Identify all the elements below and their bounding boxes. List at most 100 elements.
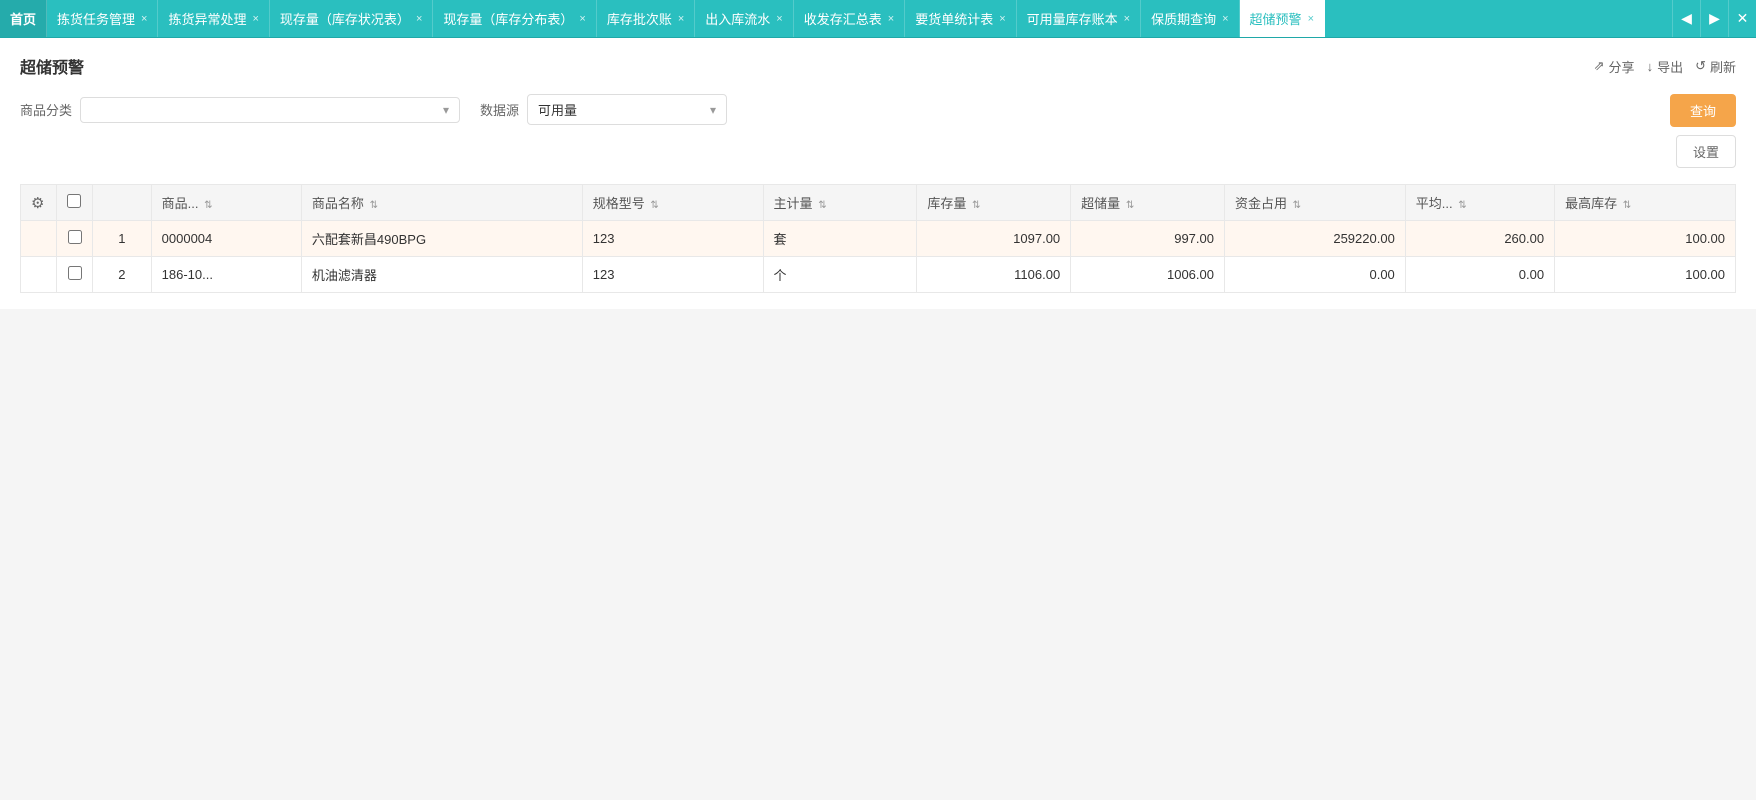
- nav-home[interactable]: 首页: [0, 0, 47, 38]
- category-label: 商品分类: [20, 100, 72, 119]
- nav-tab-baozhi[interactable]: 保质期查询 ×: [1141, 0, 1239, 38]
- td-checkbox[interactable]: [57, 257, 93, 293]
- nav-tab-kucun-pizhang[interactable]: 库存批次账 ×: [597, 0, 695, 38]
- td-product-code: 0000004: [151, 221, 301, 257]
- td-avg: 0.00: [1405, 257, 1554, 293]
- td-settings: [21, 221, 57, 257]
- row-checkbox[interactable]: [68, 230, 82, 244]
- th-settings[interactable]: ⚙: [21, 185, 57, 221]
- th-spec[interactable]: 规格型号 ⇅: [582, 185, 763, 221]
- th-num: [93, 185, 152, 221]
- nav-tab-churku[interactable]: 出入库流水 ×: [695, 0, 793, 38]
- td-unit: 个: [763, 257, 917, 293]
- refresh-button[interactable]: ↺ 刷新: [1695, 57, 1736, 76]
- sort-icon: ⇅: [1293, 200, 1301, 211]
- close-icon[interactable]: ×: [141, 13, 147, 25]
- data-table: ⚙ 商品... ⇅ 商品名称 ⇅ 规格型号 ⇅: [20, 184, 1736, 293]
- close-icon[interactable]: ×: [416, 13, 422, 25]
- nav-close-arrow[interactable]: ✕: [1728, 0, 1756, 38]
- nav-arrows: ◀ ▶ ✕: [1672, 0, 1756, 38]
- td-row-num: 2: [93, 257, 152, 293]
- td-stock: 1097.00: [917, 221, 1071, 257]
- close-icon[interactable]: ×: [678, 13, 684, 25]
- share-icon: ⇗: [1594, 58, 1605, 74]
- nav-tab-jianhuo-yichang[interactable]: 拣货异常处理 ×: [158, 0, 269, 38]
- close-icon[interactable]: ×: [1124, 13, 1130, 25]
- nav-tab-chaochuyujing[interactable]: 超储预警 ×: [1240, 0, 1325, 38]
- td-capital: 259220.00: [1224, 221, 1405, 257]
- td-max-stock: 100.00: [1555, 221, 1736, 257]
- close-icon[interactable]: ×: [776, 13, 782, 25]
- td-overflow: 997.00: [1071, 221, 1225, 257]
- th-stock[interactable]: 库存量 ⇅: [917, 185, 1071, 221]
- category-select[interactable]: ▾: [80, 97, 460, 123]
- page-title: 超储预警: [20, 54, 84, 78]
- select-all-checkbox[interactable]: [67, 194, 81, 208]
- td-max-stock: 100.00: [1555, 257, 1736, 293]
- row-checkbox[interactable]: [68, 266, 82, 280]
- share-button[interactable]: ⇗ 分享: [1594, 57, 1635, 76]
- th-product-code[interactable]: 商品... ⇅: [151, 185, 301, 221]
- td-settings: [21, 257, 57, 293]
- table-body: 1 0000004 六配套新昌490BPG 123 套 1097.00 997.…: [21, 221, 1736, 293]
- td-spec: 123: [582, 257, 763, 293]
- table-row: 1 0000004 六配套新昌490BPG 123 套 1097.00 997.…: [21, 221, 1736, 257]
- sort-icon: ⇅: [650, 200, 658, 211]
- nav-tab-yaohuo[interactable]: 要货单统计表 ×: [905, 0, 1016, 38]
- nav-tab-keyongliang[interactable]: 可用量库存账本 ×: [1017, 0, 1141, 38]
- datasource-filter-group: 数据源 可用量 ▾: [480, 94, 727, 125]
- th-capital[interactable]: 资金占用 ⇅: [1224, 185, 1405, 221]
- right-buttons: 查询 设置: [1670, 94, 1736, 168]
- close-icon[interactable]: ×: [1308, 13, 1314, 25]
- nav-tab-jianhuo[interactable]: 拣货任务管理 ×: [47, 0, 158, 38]
- header-actions: ⇗ 分享 ↓ 导出 ↺ 刷新: [1594, 57, 1736, 76]
- th-product-name[interactable]: 商品名称 ⇅: [301, 185, 582, 221]
- export-button[interactable]: ↓ 导出: [1647, 57, 1684, 76]
- chevron-down-icon: ▾: [443, 103, 449, 117]
- category-filter-group: 商品分类 ▾: [20, 97, 460, 123]
- datasource-value: 可用量: [538, 100, 577, 119]
- nav-tab-xiancunliang1[interactable]: 现存量（库存状况表） ×: [270, 0, 433, 38]
- sort-icon: ⇅: [972, 200, 980, 211]
- sort-icon: ⇅: [818, 200, 826, 211]
- settings-button[interactable]: 设置: [1676, 135, 1736, 168]
- page-content: 超储预警 ⇗ 分享 ↓ 导出 ↺ 刷新 商品分类 ▾: [0, 38, 1756, 309]
- th-unit[interactable]: 主计量 ⇅: [763, 185, 917, 221]
- query-button[interactable]: 查询: [1670, 94, 1736, 127]
- nav-next-arrow[interactable]: ▶: [1700, 0, 1728, 38]
- td-product-code: 186-10...: [151, 257, 301, 293]
- sort-icon: ⇅: [1623, 200, 1631, 211]
- sort-icon: ⇅: [1126, 200, 1134, 211]
- refresh-icon: ↺: [1695, 58, 1706, 74]
- gear-icon[interactable]: ⚙: [31, 195, 44, 212]
- th-checkbox[interactable]: [57, 185, 93, 221]
- td-avg: 260.00: [1405, 221, 1554, 257]
- datasource-select[interactable]: 可用量 ▾: [527, 94, 727, 125]
- td-capital: 0.00: [1224, 257, 1405, 293]
- td-spec: 123: [582, 221, 763, 257]
- close-icon[interactable]: ×: [888, 13, 894, 25]
- td-product-name: 六配套新昌490BPG: [301, 221, 582, 257]
- table-header: ⚙ 商品... ⇅ 商品名称 ⇅ 规格型号 ⇅: [21, 185, 1736, 221]
- td-checkbox[interactable]: [57, 221, 93, 257]
- sort-icon: ⇅: [1458, 200, 1466, 211]
- td-stock: 1106.00: [917, 257, 1071, 293]
- table-row: 2 186-10... 机油滤清器 123 个 1106.00 1006.00 …: [21, 257, 1736, 293]
- td-unit: 套: [763, 221, 917, 257]
- nav-prev-arrow[interactable]: ◀: [1672, 0, 1700, 38]
- datasource-label: 数据源: [480, 100, 519, 119]
- nav-bar: 首页 拣货任务管理 × 拣货异常处理 × 现存量（库存状况表） × 现存量（库存…: [0, 0, 1756, 38]
- close-icon[interactable]: ×: [1222, 13, 1228, 25]
- close-icon[interactable]: ×: [579, 13, 585, 25]
- export-icon: ↓: [1647, 59, 1654, 74]
- nav-tab-xiancunliang2[interactable]: 现存量（库存分布表） ×: [433, 0, 596, 38]
- td-row-num: 1: [93, 221, 152, 257]
- nav-tab-shoufacun[interactable]: 收发存汇总表 ×: [794, 0, 905, 38]
- th-overflow[interactable]: 超储量 ⇅: [1071, 185, 1225, 221]
- th-max-stock[interactable]: 最高库存 ⇅: [1555, 185, 1736, 221]
- close-icon[interactable]: ×: [999, 13, 1005, 25]
- th-avg[interactable]: 平均... ⇅: [1405, 185, 1554, 221]
- filter-row: 商品分类 ▾ 数据源 可用量 ▾: [20, 94, 1654, 125]
- sort-icon: ⇅: [370, 200, 378, 211]
- close-icon[interactable]: ×: [252, 13, 258, 25]
